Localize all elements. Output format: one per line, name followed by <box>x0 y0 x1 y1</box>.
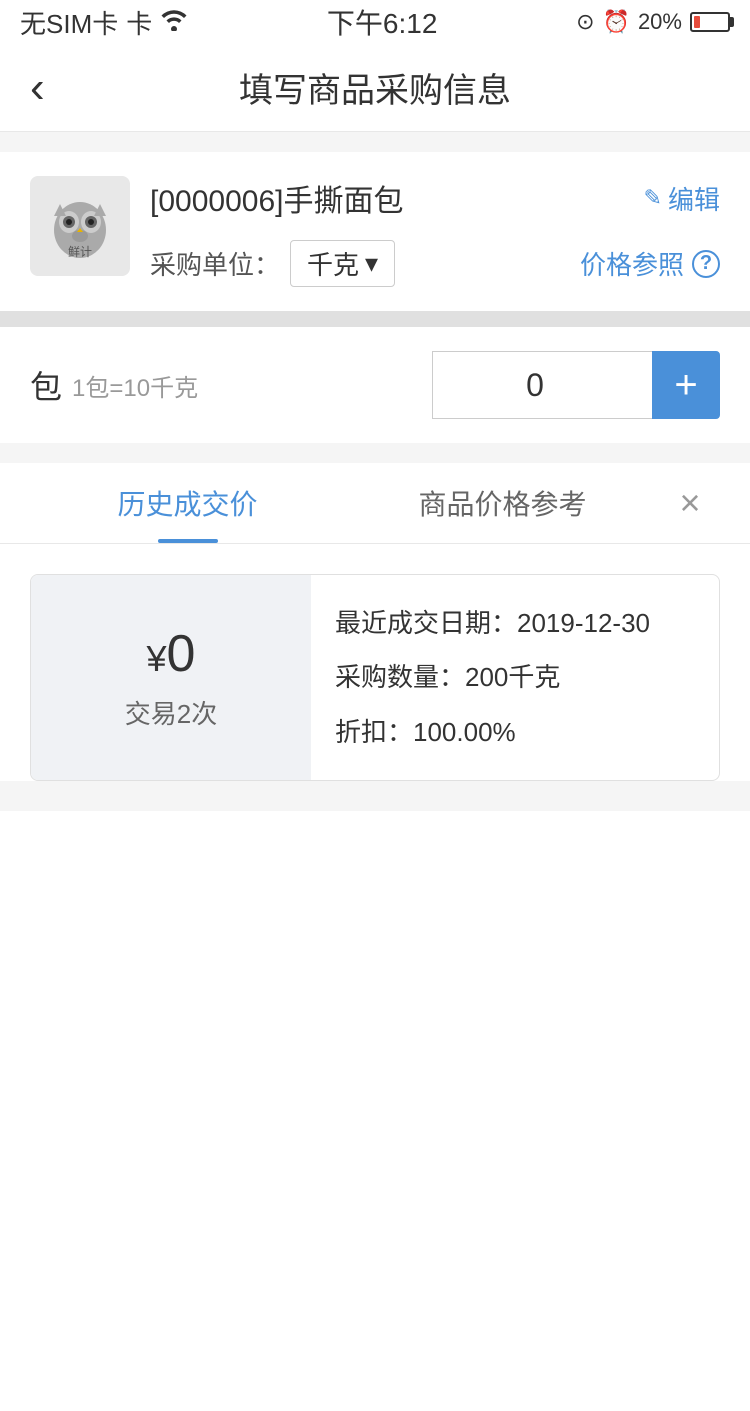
quantity-label: 采购数量： <box>335 662 465 692</box>
status-left: 无SIM卡 卡 <box>20 4 188 41</box>
battery-icon <box>690 12 730 32</box>
svg-text:鲜计: 鲜计 <box>68 245 92 259</box>
edit-label: 编辑 <box>668 180 720 217</box>
tab-price-reference[interactable]: 商品价格参考 <box>345 463 660 543</box>
plus-icon: + <box>674 363 697 408</box>
unit-label: 采购单位： <box>150 245 280 282</box>
page-title: 填写商品采购信息 <box>239 63 511 112</box>
quantity-control: + <box>432 351 720 419</box>
price-ref-button[interactable]: 价格参照 ? <box>580 245 720 282</box>
discount-row: 折扣：100.00% <box>335 714 695 750</box>
edit-icon: ✎ <box>644 185 662 211</box>
product-header: [0000006]手撕面包 ✎ 编辑 <box>150 176 720 220</box>
discount-value: 100.00% <box>413 717 516 747</box>
currency-symbol: ¥ <box>147 638 167 679</box>
product-image: 鲜计 <box>30 176 130 276</box>
quantity-label-group: 包 1包=10千克 <box>30 362 198 408</box>
history-price-panel: ¥0 交易2次 <box>31 575 311 780</box>
gps-icon: ⊙ <box>576 9 594 35</box>
empty-content-area <box>0 811 750 1411</box>
history-card: ¥0 交易2次 最近成交日期：2019-12-30 采购数量：200千克 折扣：… <box>30 574 720 781</box>
carrier-label: 无SIM卡 <box>20 4 118 41</box>
product-card: 鲜计 [0000006]手撕面包 ✎ 编辑 采购单位： 千克 ▾ 价格参照 ? <box>0 152 750 311</box>
product-info: [0000006]手撕面包 ✎ 编辑 采购单位： 千克 ▾ 价格参照 ? <box>150 176 720 287</box>
status-bar: 无SIM卡 卡 下午6:12 ⊙ ⏰ 20% <box>0 0 750 44</box>
wifi-icon <box>160 7 188 38</box>
unit-sub: 1包=10千克 <box>72 368 198 403</box>
unit-badge: 包 <box>30 362 62 408</box>
quantity-value: 200千克 <box>465 662 560 692</box>
quantity-plus-button[interactable]: + <box>652 351 720 419</box>
trades-count: 交易2次 <box>125 694 217 731</box>
quantity-input[interactable] <box>432 351 652 419</box>
close-icon: × <box>679 482 700 524</box>
tab-history-price[interactable]: 历史成交价 <box>30 463 345 543</box>
history-details-panel: 最近成交日期：2019-12-30 采购数量：200千克 折扣：100.00% <box>311 575 719 780</box>
nav-bar: ‹ 填写商品采购信息 <box>0 44 750 132</box>
unit-dropdown[interactable]: 千克 ▾ <box>290 240 395 287</box>
quantity-row: 包 1包=10千克 + <box>0 327 750 443</box>
chevron-down-icon: ▾ <box>365 248 378 279</box>
date-label: 最近成交日期： <box>335 608 517 638</box>
price-number: 0 <box>167 625 196 683</box>
history-price-value: ¥0 <box>147 624 196 684</box>
discount-label: 折扣： <box>335 717 413 747</box>
purchase-quantity-row: 采购数量：200千克 <box>335 659 695 695</box>
status-right: ⊙ ⏰ 20% <box>576 9 730 35</box>
back-button[interactable]: ‹ <box>30 63 45 113</box>
back-icon: ‹ <box>30 63 45 112</box>
section-divider <box>0 311 750 327</box>
unit-label-group: 采购单位： 千克 ▾ <box>150 240 395 287</box>
alarm-icon: ⏰ <box>603 9 630 35</box>
status-time: 下午6:12 <box>327 2 438 42</box>
battery-percent: 20% <box>638 9 682 35</box>
tab-history-label: 历史成交价 <box>117 483 257 523</box>
date-value: 2019-12-30 <box>517 608 650 638</box>
help-icon: ? <box>692 250 720 278</box>
tab-section: 历史成交价 商品价格参考 × ¥0 交易2次 最近成交日期：2019-12-30… <box>0 463 750 781</box>
edit-button[interactable]: ✎ 编辑 <box>644 180 720 217</box>
tab-close-button[interactable]: × <box>660 473 720 533</box>
unit-row: 采购单位： 千克 ▾ 价格参照 ? <box>150 240 720 287</box>
tab-bar: 历史成交价 商品价格参考 × <box>0 463 750 544</box>
sim-label: 卡 <box>126 4 152 41</box>
product-name: [0000006]手撕面包 <box>150 176 403 220</box>
price-ref-label: 价格参照 <box>580 245 684 282</box>
unit-value: 千克 <box>307 245 359 282</box>
tab-reference-label: 商品价格参考 <box>418 483 586 523</box>
transaction-date-row: 最近成交日期：2019-12-30 <box>335 605 695 641</box>
